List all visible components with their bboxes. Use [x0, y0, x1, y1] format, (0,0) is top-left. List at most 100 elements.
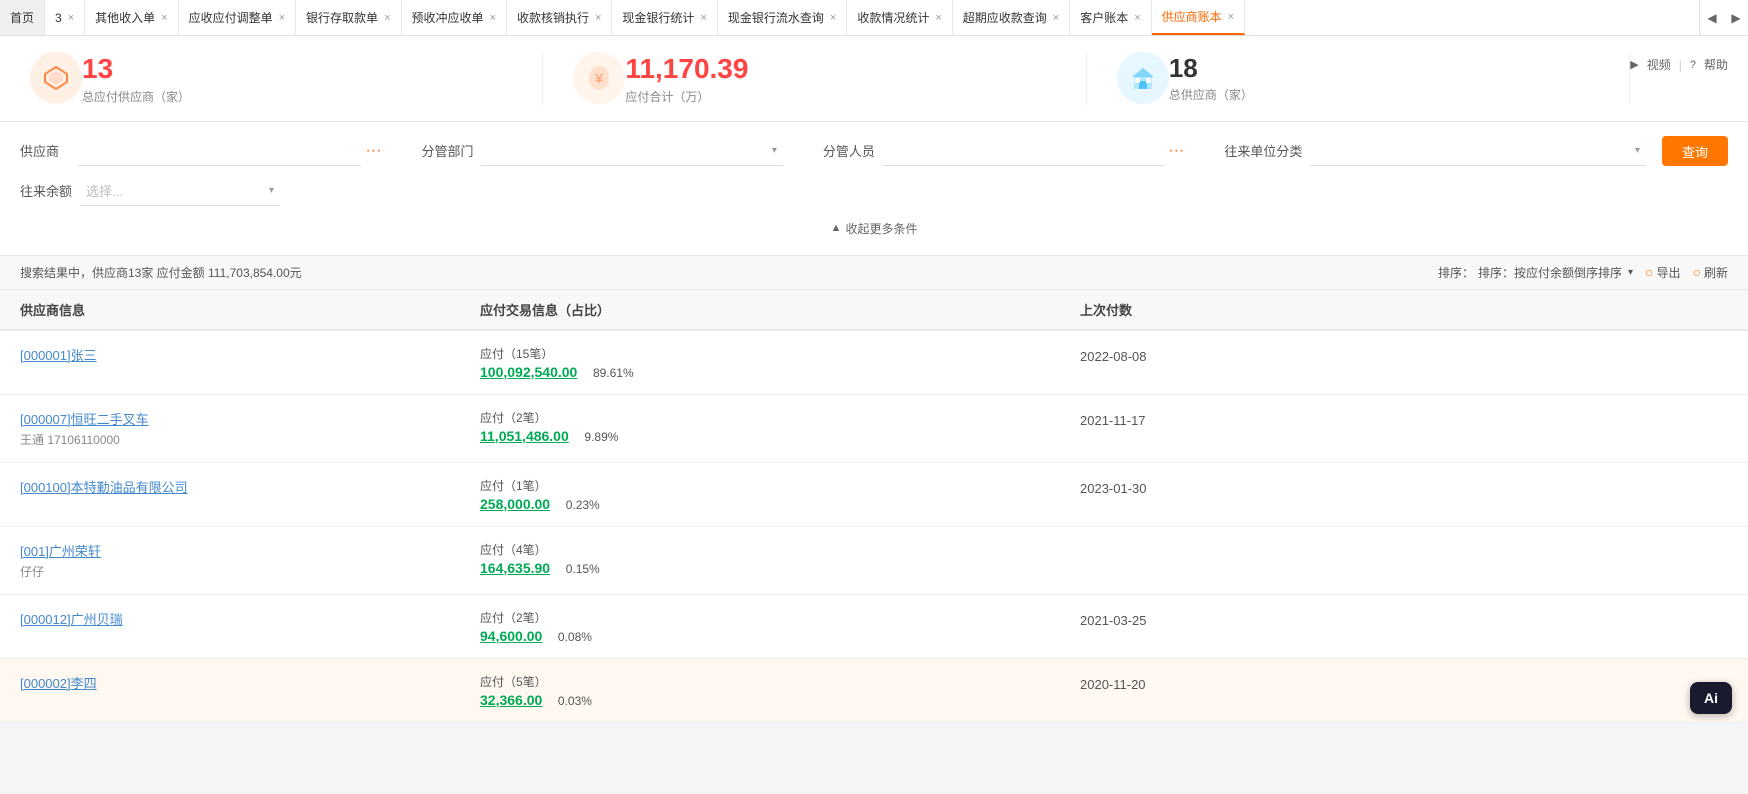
last-pay-1: 2022-08-08: [1080, 345, 1728, 364]
nav-overdue-receivable[interactable]: 超期应收款查询 ×: [953, 0, 1070, 35]
top-navigation: 首页 3 × 其他收入单 × 应收应付调整单 × 银行存取款单 × 预收冲应收单…: [0, 0, 1748, 36]
table-row: [000012]广州贝瑞 应付（2笔） 94,600.00 0.08% 2021…: [0, 595, 1748, 659]
video-link[interactable]: 视频: [1647, 56, 1671, 73]
nav-collection-stats-label: 收款情况统计: [857, 9, 929, 26]
trans-amount-3[interactable]: 258,000.00: [480, 496, 550, 512]
trans-label-4: 应付（4笔）: [480, 541, 1080, 558]
nav-bank-deposit[interactable]: 银行存取款单 ×: [296, 0, 401, 35]
category-chevron-icon: [1635, 145, 1640, 156]
supplier-info-3: [000100]本特勤油品有限公司: [20, 477, 480, 496]
supplier-info-6: [000002]李四: [20, 673, 480, 692]
table-row: [000002]李四 应付（5笔） 32,366.00 0.03% 2020-1…: [0, 659, 1748, 723]
collapse-chevron-icon: ▲: [831, 222, 842, 234]
filter-department-select[interactable]: [481, 136, 782, 166]
nav-home[interactable]: 首页: [0, 0, 45, 35]
close-overdue-receivable-icon[interactable]: ×: [1053, 12, 1059, 24]
close-supplier-ledger-icon[interactable]: ×: [1228, 11, 1234, 23]
trans-label-1: 应付（15笔）: [480, 345, 1080, 362]
nav-collection-verify-label: 收款核销执行: [517, 9, 589, 26]
supplier-link-4[interactable]: [001]广州荣轩: [20, 541, 480, 560]
nav-next-button[interactable]: ▶: [1724, 0, 1748, 36]
summary-label-suppliers: 总应付供应商（家）: [82, 88, 190, 105]
nav-supplier-ledger[interactable]: 供应商账本 ×: [1152, 0, 1245, 35]
table-row: [000100]本特勤油品有限公司 应付（1笔） 258,000.00 0.23…: [0, 463, 1748, 527]
refresh-button[interactable]: ○ 刷新: [1693, 264, 1728, 281]
trans-amount-2[interactable]: 11,051,486.00: [480, 428, 569, 444]
export-circle-icon: ○: [1645, 264, 1653, 280]
help-link[interactable]: 帮助: [1704, 56, 1728, 73]
filter-balance-label: 往来余额: [20, 181, 72, 200]
close-other-income-icon[interactable]: ×: [161, 12, 167, 24]
nav-cash-flow-label: 现金银行流水查询: [728, 9, 824, 26]
close-bank-deposit-icon[interactable]: ×: [384, 12, 390, 24]
close-collection-verify-icon[interactable]: ×: [595, 12, 601, 24]
supplier-name-3: 本特勤油品有限公司: [71, 480, 188, 495]
summary-area: 13 总应付供应商（家） ¥ 11,170.39 应付合计（万）: [0, 36, 1748, 122]
trans-amount-5[interactable]: 94,600.00: [480, 628, 542, 644]
nav-adjustment[interactable]: 应收应付调整单 ×: [179, 0, 296, 35]
nav-advance-receive[interactable]: 预收冲应收单 ×: [402, 0, 507, 35]
nav-home-label: 首页: [10, 9, 34, 26]
collapse-button[interactable]: ▲ 收起更多条件: [819, 216, 930, 241]
supplier-code-4: [001]: [20, 544, 49, 559]
help-icon: ?: [1690, 59, 1696, 71]
balance-placeholder: 选择...: [86, 181, 123, 200]
filter-supplier-input[interactable]: [78, 136, 361, 166]
table-header: 供应商信息 应付交易信息（占比） 上次付数: [0, 290, 1748, 331]
supplier-dots-icon[interactable]: ···: [365, 142, 381, 160]
nav-tab3[interactable]: 3 ×: [45, 0, 85, 35]
filter-supplier-label: 供应商: [20, 141, 70, 160]
close-customer-ledger-icon[interactable]: ×: [1134, 12, 1140, 24]
supplier-code-5: [000012]: [20, 612, 71, 627]
filter-department-label: 分管部门: [421, 141, 473, 160]
filter-row-1: 供应商 ··· 分管部门 分管人员 ··· 往来单位分类 查询: [20, 136, 1728, 166]
filter-balance-select[interactable]: 选择...: [80, 176, 280, 206]
export-button[interactable]: ○ 导出: [1645, 264, 1680, 281]
department-chevron-icon: [772, 145, 777, 156]
summary-label-total: 总供应商（家）: [1169, 86, 1253, 103]
filter-manager-input[interactable]: [883, 136, 1164, 166]
filter-category-select[interactable]: [1310, 136, 1646, 166]
summary-label-payable: 应付合计（万）: [625, 88, 748, 105]
filter-department: 分管部门: [421, 136, 782, 166]
supplier-link-2[interactable]: [000007]恒旺二手叉车: [20, 409, 480, 428]
trans-amount-1[interactable]: 100,092,540.00: [480, 364, 577, 380]
nav-other-income[interactable]: 其他收入单 ×: [85, 0, 178, 35]
summary-text-payable: 11,170.39 应付合计（万）: [625, 52, 748, 105]
supplier-link-5[interactable]: [000012]广州贝瑞: [20, 609, 480, 628]
close-cash-stats-icon[interactable]: ×: [700, 12, 706, 24]
nav-collection-verify[interactable]: 收款核销执行 ×: [507, 0, 612, 35]
trans-amount-6[interactable]: 32,366.00: [480, 692, 542, 708]
query-button[interactable]: 查询: [1662, 136, 1728, 166]
summary-icon-leaf: ¥: [573, 52, 625, 104]
nav-prev-button[interactable]: ◀: [1700, 0, 1724, 36]
manager-dots-icon[interactable]: ···: [1168, 142, 1184, 160]
col-header-lastpay: 上次付数: [1080, 300, 1728, 319]
close-advance-receive-icon[interactable]: ×: [490, 12, 496, 24]
supplier-info-2: [000007]恒旺二手叉车 王通 17106110000: [20, 409, 480, 448]
ai-button[interactable]: Ai: [1690, 682, 1732, 714]
supplier-link-6[interactable]: [000002]李四: [20, 673, 480, 692]
transaction-info-3: 应付（1笔） 258,000.00 0.23%: [480, 477, 1080, 512]
divider: |: [1679, 58, 1682, 72]
close-cash-flow-icon[interactable]: ×: [830, 12, 836, 24]
supplier-link-1[interactable]: [000001]张三: [20, 345, 480, 364]
nav-bank-deposit-label: 银行存取款单: [306, 9, 378, 26]
nav-cash-stats[interactable]: 现金银行统计 ×: [612, 0, 717, 35]
col-header-transaction: 应付交易信息（占比）: [480, 300, 1080, 319]
table-row: [000007]恒旺二手叉车 王通 17106110000 应付（2笔） 11,…: [0, 395, 1748, 463]
nav-customer-ledger[interactable]: 客户账本 ×: [1070, 0, 1151, 35]
trans-amount-4[interactable]: 164,635.90: [480, 560, 550, 576]
last-pay-4: [1080, 541, 1728, 545]
result-bar: 搜索结果中，供应商13家 应付金额 111,703,854.00元 排序： 排序…: [0, 256, 1748, 290]
nav-cash-flow[interactable]: 现金银行流水查询 ×: [718, 0, 847, 35]
nav-advance-receive-label: 预收冲应收单: [412, 9, 484, 26]
supplier-link-3[interactable]: [000100]本特勤油品有限公司: [20, 477, 480, 496]
last-pay-5: 2021-03-25: [1080, 609, 1728, 628]
close-collection-stats-icon[interactable]: ×: [935, 12, 941, 24]
sort-select[interactable]: 排序： 排序：按应付余额倒序排序 ▾: [1438, 264, 1633, 281]
close-tab3-icon[interactable]: ×: [68, 12, 74, 24]
nav-collection-stats[interactable]: 收款情况统计 ×: [847, 0, 952, 35]
export-label: 导出: [1657, 264, 1681, 281]
close-adjustment-icon[interactable]: ×: [279, 12, 285, 24]
